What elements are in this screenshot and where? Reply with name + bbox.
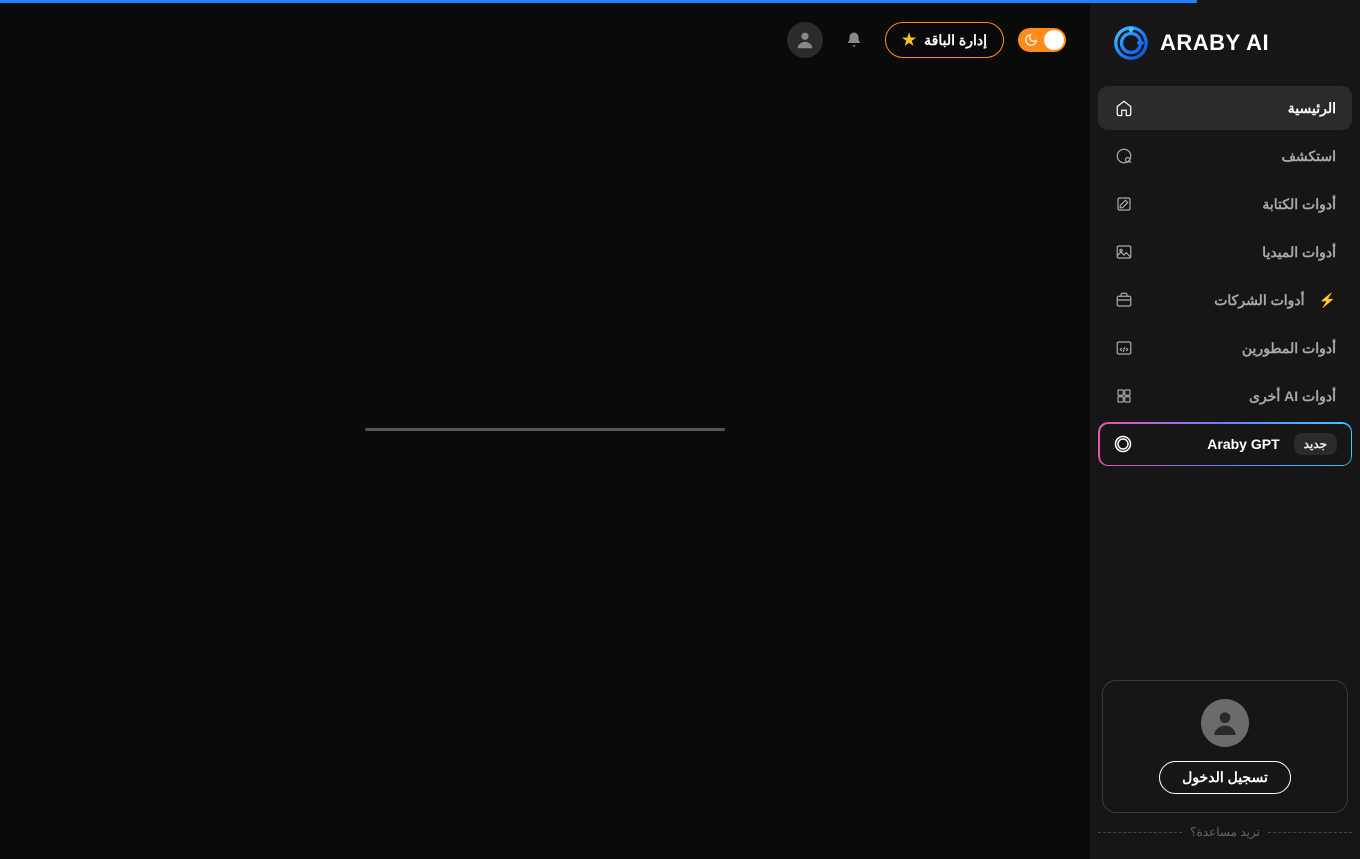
sidebar-item-business[interactable]: أدوات الشركات ⚡: [1098, 278, 1352, 322]
login-card: تسجيل الدخول: [1102, 680, 1348, 813]
sidebar-item-label: استكشف: [1148, 148, 1336, 165]
grid-icon: [1114, 386, 1134, 406]
business-icon: [1114, 290, 1134, 310]
notifications-button[interactable]: [837, 23, 871, 57]
sidebar-item-other-ai[interactable]: أدوات AI أخرى: [1098, 374, 1352, 418]
brand-mark-icon: [1112, 24, 1150, 62]
sidebar-item-label: أدوات الميديا: [1148, 244, 1336, 261]
sidebar-item-home[interactable]: الرئيسية: [1098, 86, 1352, 130]
media-icon: [1114, 242, 1134, 262]
login-button[interactable]: تسجيل الدخول: [1159, 761, 1291, 794]
sidebar-item-explore[interactable]: استكشف: [1098, 134, 1352, 178]
help-text: تريد مساعدة؟: [1190, 825, 1260, 839]
user-avatar-button[interactable]: [787, 22, 823, 58]
avatar-placeholder-icon: [1201, 699, 1249, 747]
araby-gpt-icon: [1113, 434, 1133, 454]
writing-icon: [1114, 194, 1134, 214]
loading-area: [0, 80, 1090, 859]
topbar: إدارة الباقة ★: [0, 0, 1090, 80]
sidebar-item-label: أدوات AI أخرى: [1148, 388, 1336, 405]
sidebar-item-label: أدوات الكتابة: [1148, 196, 1336, 213]
sidebar-item-media[interactable]: أدوات الميديا: [1098, 230, 1352, 274]
brand-name: ARABY AI: [1160, 30, 1269, 56]
home-icon: [1114, 98, 1134, 118]
brand-logo[interactable]: ARABY AI: [1098, 16, 1352, 86]
moon-icon: [1024, 33, 1038, 47]
sidebar-item-developers[interactable]: أدوات المطورين: [1098, 326, 1352, 370]
developers-icon: [1114, 338, 1134, 358]
manage-package-label: إدارة الباقة: [924, 32, 987, 49]
sidebar-item-label: Araby GPT: [1147, 436, 1280, 452]
loading-indicator: [365, 428, 725, 431]
new-badge: جديد: [1294, 433, 1337, 455]
explore-icon: [1114, 146, 1134, 166]
top-progress-bar: [0, 0, 1360, 3]
main-content: إدارة الباقة ★: [0, 0, 1090, 859]
divider: [1098, 832, 1182, 833]
sidebar-item-label: الرئيسية: [1148, 100, 1336, 117]
toggle-knob: [1044, 30, 1064, 50]
help-line[interactable]: تريد مساعدة؟: [1098, 821, 1352, 843]
manage-package-button[interactable]: إدارة الباقة ★: [885, 22, 1004, 58]
sidebar-item-label: أدوات المطورين: [1148, 340, 1336, 357]
divider: [1268, 832, 1352, 833]
sidebar-item-araby-gpt[interactable]: Araby GPT جديد: [1098, 422, 1352, 466]
lightning-icon: ⚡: [1319, 292, 1336, 309]
sidebar-item-label: أدوات الشركات: [1148, 292, 1305, 309]
sidebar: ARABY AI الرئ: [1090, 0, 1360, 859]
theme-toggle[interactable]: [1018, 28, 1066, 52]
sidebar-item-writing[interactable]: أدوات الكتابة: [1098, 182, 1352, 226]
star-icon: ★: [902, 30, 916, 50]
